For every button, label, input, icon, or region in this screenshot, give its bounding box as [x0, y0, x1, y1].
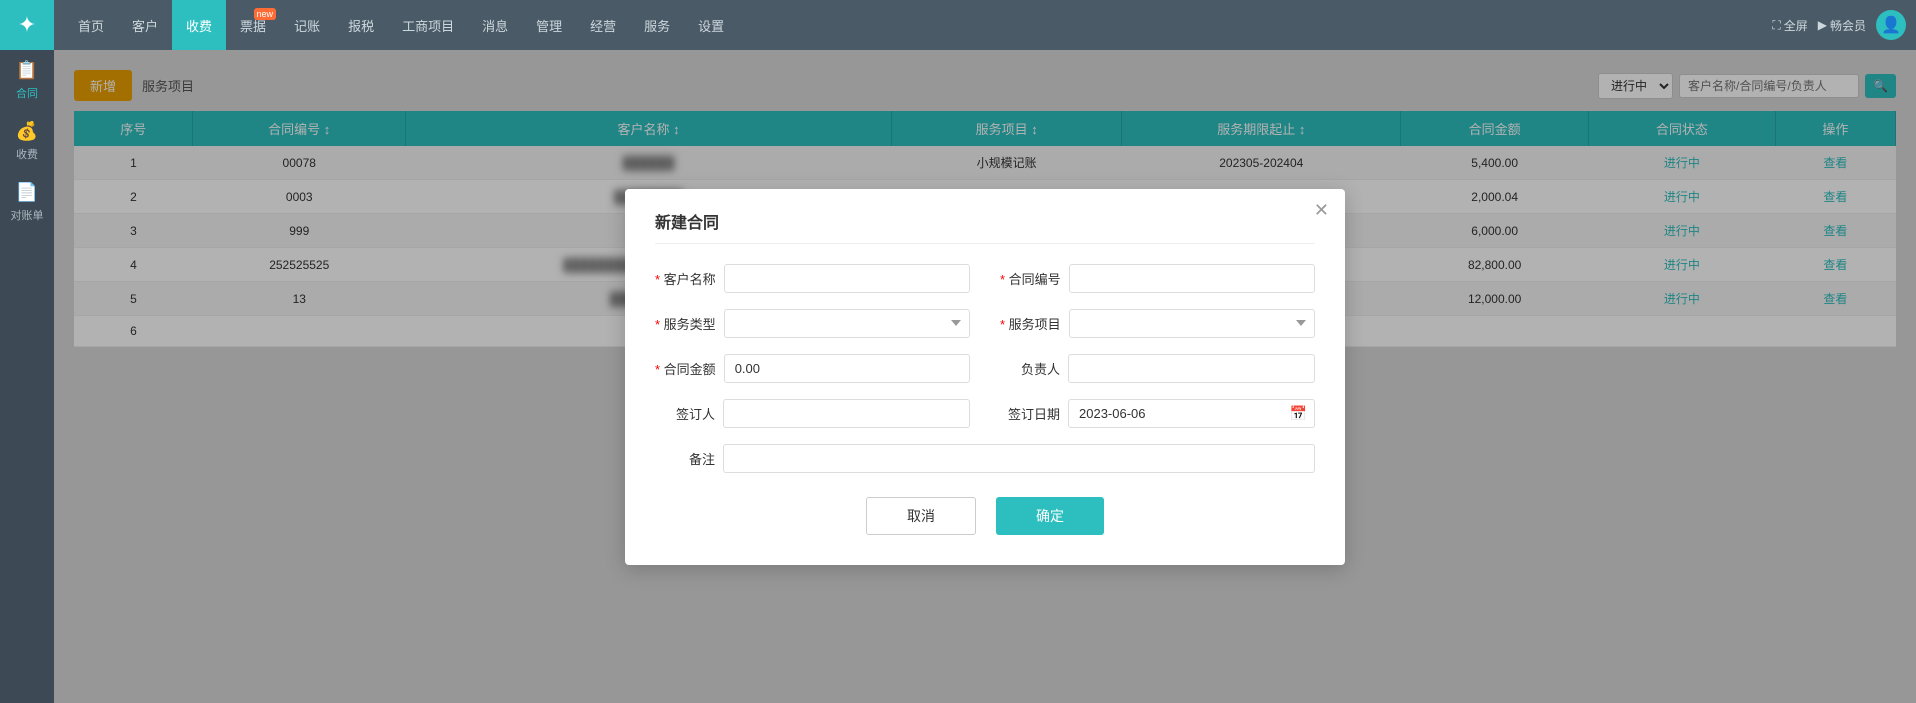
play-icon: ▶ — [1818, 18, 1827, 32]
app-logo[interactable]: ✦ — [0, 0, 54, 50]
field-responsible: 负责人 — [1000, 354, 1315, 383]
sidebar-item-statement[interactable]: 📄 对账单 — [0, 172, 54, 233]
field-sign-date: 签订日期 📅 — [1000, 399, 1315, 428]
field-service-item: 服务项目 — [1000, 309, 1315, 338]
contract-amount-label: 合同金额 — [655, 359, 716, 378]
statement-icon: 📄 — [16, 182, 38, 203]
nav-customer[interactable]: 客户 — [118, 0, 172, 50]
field-customer-name: 客户名称 — [655, 264, 970, 293]
sidebar-item-label-billing: 收费 — [16, 146, 38, 162]
field-service-type: 服务类型 — [655, 309, 970, 338]
calendar-icon[interactable]: 📅 — [1290, 405, 1307, 422]
contract-amount-input[interactable] — [724, 354, 970, 383]
nav-billing[interactable]: 收费 — [172, 0, 226, 50]
modal-overlay: ✕ 新建合同 客户名称 合同编号 服务类型 — [54, 50, 1916, 703]
nav-tax[interactable]: 报税 — [334, 0, 388, 50]
billing-icon: 💰 — [16, 121, 38, 142]
cancel-button[interactable]: 取消 — [866, 497, 976, 535]
fullscreen-button[interactable]: ⛶ 全屏 — [1772, 17, 1807, 34]
contract-icon: 📋 — [16, 60, 38, 81]
nav-management[interactable]: 管理 — [522, 0, 576, 50]
member-button[interactable]: ▶ 畅会员 — [1818, 17, 1866, 34]
contract-no-label: 合同编号 — [1000, 269, 1061, 288]
sidebar-item-label-contract: 合同 — [16, 85, 38, 101]
nav-operations[interactable]: 经营 — [576, 0, 630, 50]
sidebar-item-label-statement: 对账单 — [11, 207, 44, 223]
remark-label: 备注 — [655, 449, 715, 468]
service-type-select[interactable] — [724, 309, 970, 338]
modal-actions: 取消 确定 — [655, 497, 1315, 535]
contract-no-input[interactable] — [1069, 264, 1315, 293]
field-signer: 签订人 — [655, 399, 970, 428]
avatar-icon: 👤 — [1881, 15, 1901, 35]
sign-date-label: 签订日期 — [1000, 404, 1060, 423]
topnav-right: ⛶ 全屏 ▶ 畅会员 👤 — [1772, 10, 1906, 40]
signer-label: 签订人 — [655, 404, 715, 423]
nav-message[interactable]: 消息 — [468, 0, 522, 50]
content-area: 新增 服务项目 进行中 已完成 已取消 🔍 序号 合同编号 ↕ 客户名称 ↕ 服… — [54, 50, 1916, 703]
fullscreen-icon: ⛶ — [1772, 18, 1780, 33]
sign-date-wrap: 📅 — [1068, 399, 1315, 428]
sidebar-item-contract[interactable]: 📋 合同 — [0, 50, 54, 111]
modal-form: 客户名称 合同编号 服务类型 服务项目 — [655, 264, 1315, 473]
sign-date-input[interactable] — [1068, 399, 1315, 428]
responsible-input[interactable] — [1068, 354, 1315, 383]
logo-icon: ✦ — [18, 12, 36, 38]
modal-title: 新建合同 — [655, 209, 1315, 244]
nav-service[interactable]: 服务 — [630, 0, 684, 50]
new-contract-modal: ✕ 新建合同 客户名称 合同编号 服务类型 — [625, 189, 1345, 565]
avatar[interactable]: 👤 — [1876, 10, 1906, 40]
responsible-label: 负责人 — [1000, 359, 1060, 378]
field-remark: 备注 — [655, 444, 1315, 473]
sidebar-item-billing[interactable]: 💰 收费 — [0, 111, 54, 172]
topnav: 首页 客户 收费 票据 new 记账 报税 工商项目 消息 管理 经营 — [54, 0, 1916, 50]
nav-home[interactable]: 首页 — [64, 0, 118, 50]
new-badge: new — [254, 8, 277, 20]
nav-invoice[interactable]: 票据 new — [226, 0, 280, 50]
signer-input[interactable] — [723, 399, 970, 428]
field-contract-no: 合同编号 — [1000, 264, 1315, 293]
service-type-label: 服务类型 — [655, 314, 716, 333]
customer-name-input[interactable] — [724, 264, 970, 293]
sidebar: ✦ 📋 合同 💰 收费 📄 对账单 — [0, 0, 54, 703]
main-area: 首页 客户 收费 票据 new 记账 报税 工商项目 消息 管理 经营 — [54, 0, 1916, 703]
nav-records[interactable]: 记账 — [280, 0, 334, 50]
nav-settings[interactable]: 设置 — [684, 0, 738, 50]
confirm-button[interactable]: 确定 — [996, 497, 1104, 535]
service-item-select[interactable] — [1069, 309, 1315, 338]
service-item-label: 服务项目 — [1000, 314, 1061, 333]
customer-name-label: 客户名称 — [655, 269, 716, 288]
modal-close-button[interactable]: ✕ — [1314, 201, 1329, 219]
nav-business[interactable]: 工商项目 — [388, 0, 468, 50]
field-contract-amount: 合同金额 — [655, 354, 970, 383]
remark-input[interactable] — [723, 444, 1315, 473]
